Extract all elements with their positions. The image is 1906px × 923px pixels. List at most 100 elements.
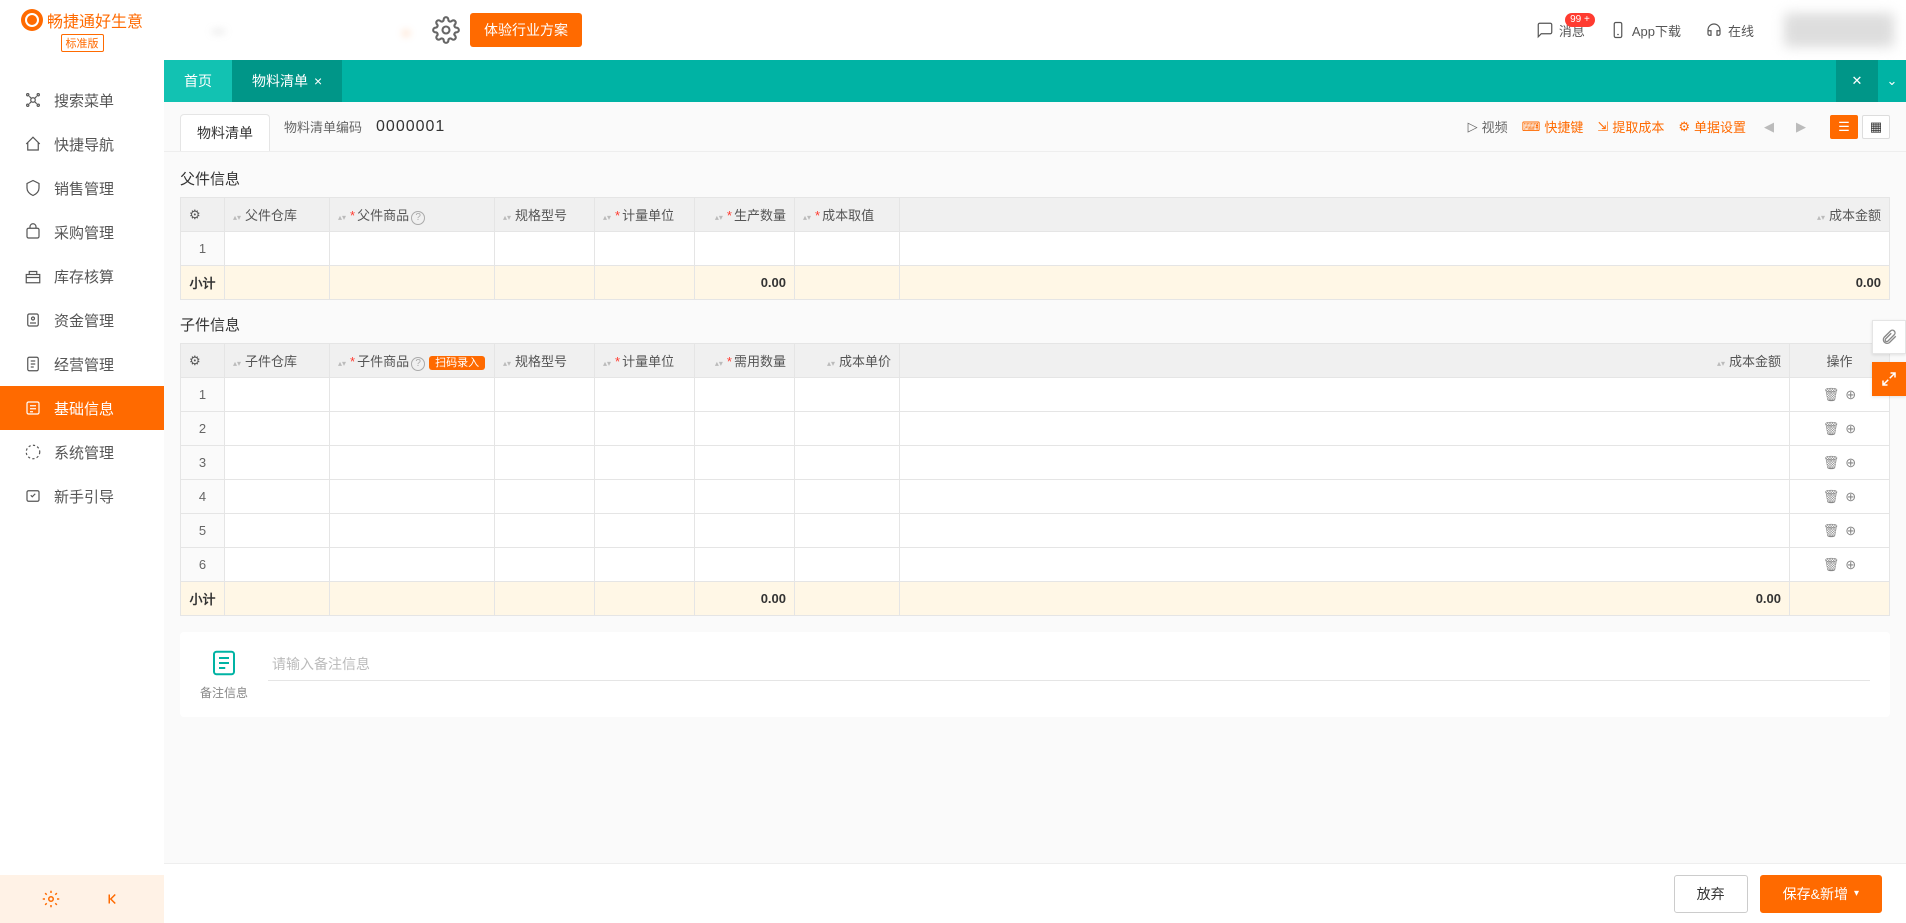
sidebar-item-inventory-acct[interactable]: 库存核算 <box>0 254 164 298</box>
shortcut-link[interactable]: ⌨快捷键 <box>1522 117 1584 136</box>
child-col-gear[interactable]: ⚙ <box>181 344 225 378</box>
add-row-icon[interactable]: ⊕ <box>1845 523 1856 538</box>
parent-col-qty[interactable]: ▴▾*生产数量 <box>695 198 795 232</box>
close-tab-icon[interactable]: × <box>314 73 322 89</box>
child-row[interactable]: 3🗑⊕ <box>181 446 1890 480</box>
chat-icon <box>1536 21 1554 39</box>
keyboard-icon: ⌨ <box>1522 119 1541 135</box>
parent-col-unit[interactable]: ▴▾*计量单位 <box>595 198 695 232</box>
parent-col-gear[interactable]: ⚙ <box>181 198 225 232</box>
add-row-icon[interactable]: ⊕ <box>1845 387 1856 402</box>
sidebar-item-label: 经营管理 <box>54 354 114 375</box>
sidebar-item-ops-mgmt[interactable]: 经营管理 <box>0 342 164 386</box>
online-support-link[interactable]: 在线 <box>1705 21 1754 40</box>
content-header: 物料清单 物料清单编码 0000001 ▷视频 ⌨快捷键 ⇲提取成本 ⚙单据设置… <box>164 102 1906 152</box>
app-download-link[interactable]: App下载 <box>1609 21 1681 40</box>
settings-icon[interactable] <box>42 890 60 908</box>
child-col-prod[interactable]: ▴▾*子件商品?扫码录入 <box>330 344 495 378</box>
remark-input[interactable] <box>268 648 1870 681</box>
code-value: 0000001 <box>376 118 445 136</box>
remark-icon: 备注信息 <box>200 648 248 701</box>
play-icon: ▷ <box>1468 119 1478 135</box>
extract-cost-link[interactable]: ⇲提取成本 <box>1597 117 1664 136</box>
main-area: 首页 物料清单 × ✕ ⌄ 物料清单 物料清单编码 0000001 ▷视频 ⌨快… <box>164 60 1906 923</box>
sidebar-item-onboarding[interactable]: 新手引导 <box>0 474 164 518</box>
parent-row[interactable]: 1 <box>181 232 1890 266</box>
scan-input-badge[interactable]: 扫码录入 <box>429 356 485 370</box>
child-row[interactable]: 6🗑⊕ <box>181 548 1890 582</box>
org-settings-button[interactable] <box>432 16 460 44</box>
child-col-price[interactable]: ▴▾成本单价 <box>795 344 900 378</box>
child-section-title: 子件信息 <box>180 314 1890 335</box>
headset-icon <box>1705 21 1723 39</box>
parent-col-amount[interactable]: ▴▾成本金额 <box>900 198 1890 232</box>
footer-actions: 放弃 保存&新增▾ <box>164 863 1906 923</box>
fullscreen-button[interactable] <box>1872 362 1906 396</box>
delete-row-icon[interactable]: 🗑 <box>1823 489 1840 504</box>
child-row[interactable]: 4🗑⊕ <box>181 480 1890 514</box>
sidebar-item-purchase-mgmt[interactable]: 采购管理 <box>0 210 164 254</box>
parent-col-wh[interactable]: ▴▾父件仓库 <box>225 198 330 232</box>
help-icon[interactable]: ? <box>411 357 425 371</box>
child-col-qty[interactable]: ▴▾*需用数量 <box>695 344 795 378</box>
add-row-icon[interactable]: ⊕ <box>1845 455 1856 470</box>
delete-row-icon[interactable]: 🗑 <box>1823 523 1840 538</box>
parent-section-title: 父件信息 <box>180 168 1890 189</box>
sidebar-item-label: 采购管理 <box>54 222 114 243</box>
add-row-icon[interactable]: ⊕ <box>1845 489 1856 504</box>
video-link[interactable]: ▷视频 <box>1468 117 1508 136</box>
delete-row-icon[interactable]: 🗑 <box>1823 455 1840 470</box>
sales-mgmt-icon <box>24 179 42 197</box>
sidebar-item-system-mgmt[interactable]: 系统管理 <box>0 430 164 474</box>
add-row-icon[interactable]: ⊕ <box>1845 421 1856 436</box>
paperclip-icon <box>1880 328 1898 346</box>
save-and-new-button[interactable]: 保存&新增▾ <box>1760 875 1882 913</box>
child-row[interactable]: 1🗑⊕ <box>181 378 1890 412</box>
next-doc-button[interactable]: ▶ <box>1792 119 1810 135</box>
doc-settings-link[interactable]: ⚙单据设置 <box>1678 117 1746 136</box>
sidebar-item-label: 快捷导航 <box>54 134 114 155</box>
topbar: 畅捷通好生意 标准版 — ⌄ 体验行业方案 消息 99 + App下载 在线 <box>0 0 1906 60</box>
sidebar-item-basic-info[interactable]: 基础信息 <box>0 386 164 430</box>
collapse-sidebar-icon[interactable] <box>104 890 122 908</box>
help-icon[interactable]: ? <box>411 211 425 225</box>
child-col-unit[interactable]: ▴▾*计量单位 <box>595 344 695 378</box>
sub-tab-bom[interactable]: 物料清单 <box>180 114 270 151</box>
child-row[interactable]: 5🗑⊕ <box>181 514 1890 548</box>
industry-plan-button[interactable]: 体验行业方案 <box>470 13 582 47</box>
tabs-more-button[interactable]: ⌄ <box>1878 60 1906 102</box>
ops-mgmt-icon <box>24 355 42 373</box>
child-subtotal-row: 小计 0.00 0.00 <box>181 582 1890 616</box>
attachment-button[interactable] <box>1872 320 1906 354</box>
parent-col-spec[interactable]: ▴▾规格型号 <box>495 198 595 232</box>
sidebar-item-search-menu[interactable]: 搜索菜单 <box>0 78 164 122</box>
messages-link[interactable]: 消息 99 + <box>1536 21 1585 40</box>
sidebar-item-fund-mgmt[interactable]: 资金管理 <box>0 298 164 342</box>
content-scroll[interactable]: 父件信息 ⚙ ▴▾父件仓库 ▴▾*父件商品? ▴▾规格型号 ▴▾*计量单位 ▴▾… <box>164 152 1906 863</box>
sidebar-item-quick-nav[interactable]: 快捷导航 <box>0 122 164 166</box>
child-col-spec[interactable]: ▴▾规格型号 <box>495 344 595 378</box>
child-col-wh[interactable]: ▴▾子件仓库 <box>225 344 330 378</box>
delete-row-icon[interactable]: 🗑 <box>1823 387 1840 402</box>
delete-row-icon[interactable]: 🗑 <box>1823 421 1840 436</box>
parent-table: ⚙ ▴▾父件仓库 ▴▾*父件商品? ▴▾规格型号 ▴▾*计量单位 ▴▾*生产数量… <box>180 197 1890 300</box>
child-col-amount[interactable]: ▴▾成本金额 <box>900 344 1790 378</box>
child-row[interactable]: 2🗑⊕ <box>181 412 1890 446</box>
org-selector[interactable]: — ⌄ <box>202 13 422 47</box>
view-list-button[interactable]: ☰ <box>1830 115 1858 139</box>
page-tabs: 首页 物料清单 × ✕ ⌄ <box>164 60 1906 102</box>
sidebar-item-label: 库存核算 <box>54 266 114 287</box>
close-all-tabs-button[interactable]: ✕ <box>1836 60 1878 102</box>
delete-row-icon[interactable]: 🗑 <box>1823 557 1840 572</box>
discard-button[interactable]: 放弃 <box>1674 875 1748 913</box>
sidebar-item-sales-mgmt[interactable]: 销售管理 <box>0 166 164 210</box>
tab-bom[interactable]: 物料清单 × <box>232 60 342 102</box>
tab-home[interactable]: 首页 <box>164 60 232 102</box>
purchase-mgmt-icon <box>24 223 42 241</box>
prev-doc-button[interactable]: ◀ <box>1760 119 1778 135</box>
user-avatar[interactable] <box>1784 13 1894 47</box>
parent-col-prod[interactable]: ▴▾*父件商品? <box>330 198 495 232</box>
view-card-button[interactable]: ▦ <box>1862 115 1890 139</box>
parent-col-cost[interactable]: ▴▾*成本取值 <box>795 198 900 232</box>
add-row-icon[interactable]: ⊕ <box>1845 557 1856 572</box>
